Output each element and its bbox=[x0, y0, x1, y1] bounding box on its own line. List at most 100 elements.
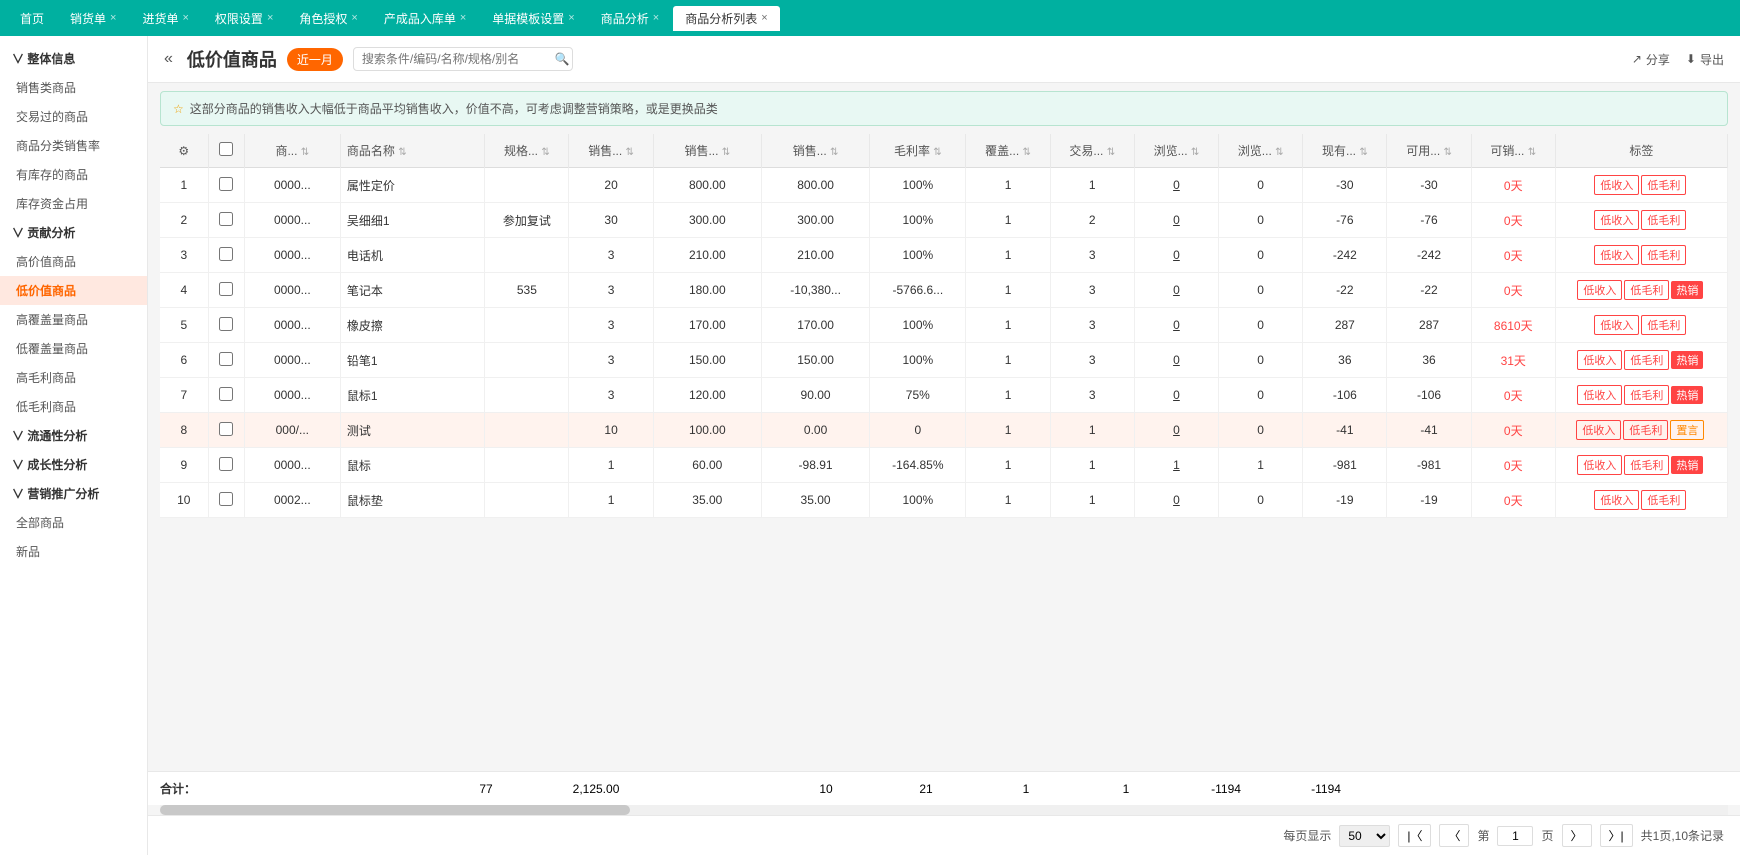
close-icon[interactable]: × bbox=[653, 12, 659, 24]
col-settings[interactable]: ⚙ bbox=[160, 134, 208, 168]
cell-checkbox[interactable] bbox=[208, 483, 244, 518]
table-wrapper[interactable]: ⚙ 商... ⇅ 商品名称 ⇅ 规格... ⇅ 销售... ⇅ 销售... ⇅ … bbox=[148, 134, 1740, 771]
cell-trade[interactable]: 0 bbox=[1134, 308, 1218, 343]
sidebar-group-marketing[interactable]: ∨ 营销推广分析 bbox=[0, 479, 147, 508]
sidebar-item-traded[interactable]: 交易过的商品 bbox=[0, 102, 147, 131]
cell-checkbox[interactable] bbox=[208, 378, 244, 413]
scrollbar-thumb[interactable] bbox=[160, 805, 630, 815]
sidebar-group-circulation[interactable]: ∨ 流通性分析 bbox=[0, 421, 147, 450]
search-icon[interactable]: 🔍 bbox=[555, 52, 570, 66]
sidebar-item-sales-products[interactable]: 销售类商品 bbox=[0, 73, 147, 102]
col-avail-header[interactable]: 可用... ⇅ bbox=[1387, 134, 1471, 168]
cell-sale3: 100% bbox=[870, 168, 966, 203]
col-sell-header[interactable]: 可销... ⇅ bbox=[1471, 134, 1555, 168]
close-icon[interactable]: × bbox=[761, 12, 767, 24]
col-tags-header[interactable]: 标签 bbox=[1555, 134, 1727, 168]
col-sale1-header[interactable]: 销售... ⇅ bbox=[653, 134, 761, 168]
cell-gross: 1 bbox=[966, 483, 1050, 518]
table-scrollbar[interactable] bbox=[160, 805, 1728, 815]
per-page-select[interactable]: 50 100 200 bbox=[1339, 825, 1390, 847]
cell-qty: 3 bbox=[569, 378, 653, 413]
col-instock-header[interactable]: 现有... ⇅ bbox=[1303, 134, 1387, 168]
close-icon[interactable]: × bbox=[460, 12, 466, 24]
nav-item-role[interactable]: 角色授权 × bbox=[287, 6, 369, 31]
cell-sale1: 300.00 bbox=[653, 203, 761, 238]
col-sale2-header[interactable]: 销售... ⇅ bbox=[761, 134, 869, 168]
sidebar-item-high-coverage[interactable]: 高覆盖量商品 bbox=[0, 305, 147, 334]
sidebar-item-high-margin[interactable]: 高毛利商品 bbox=[0, 363, 147, 392]
sidebar-item-high-value[interactable]: 高价值商品 bbox=[0, 247, 147, 276]
sidebar-item-in-stock[interactable]: 有库存的商品 bbox=[0, 160, 147, 189]
cell-checkbox[interactable] bbox=[208, 308, 244, 343]
col-checkbox[interactable] bbox=[208, 134, 244, 168]
sidebar-item-low-value[interactable]: 低价值商品 bbox=[0, 276, 147, 305]
cell-checkbox[interactable] bbox=[208, 168, 244, 203]
select-all-checkbox[interactable] bbox=[219, 142, 233, 156]
close-icon[interactable]: × bbox=[182, 12, 188, 24]
cell-checkbox[interactable] bbox=[208, 343, 244, 378]
last-page-button[interactable]: 〉| bbox=[1600, 824, 1633, 847]
sidebar-item-all-products[interactable]: 全部商品 bbox=[0, 508, 147, 537]
cell-trade[interactable]: 0 bbox=[1134, 168, 1218, 203]
page-input[interactable] bbox=[1497, 826, 1533, 846]
next-page-button[interactable]: 〉 bbox=[1562, 824, 1592, 847]
nav-item-purchase[interactable]: 进货单 × bbox=[130, 6, 200, 31]
cell-sale2: 35.00 bbox=[761, 483, 869, 518]
cell-checkbox[interactable] bbox=[208, 238, 244, 273]
cell-checkbox[interactable] bbox=[208, 203, 244, 238]
nav-item-home[interactable]: 首页 bbox=[8, 6, 56, 31]
nav-item-permissions[interactable]: 权限设置 × bbox=[203, 6, 285, 31]
cell-trade[interactable]: 0 bbox=[1134, 273, 1218, 308]
col-code-header[interactable]: 商... ⇅ bbox=[244, 134, 340, 168]
nav-item-sales[interactable]: 销货单 × bbox=[58, 6, 128, 31]
cell-checkbox[interactable] bbox=[208, 448, 244, 483]
share-button[interactable]: ↗ 分享 bbox=[1632, 51, 1670, 68]
cell-tags: 低收入低毛利热销 bbox=[1555, 448, 1727, 483]
col-browse2-header[interactable]: 浏览... ⇅ bbox=[1219, 134, 1303, 168]
total-pages: 共1页,10条记录 bbox=[1641, 827, 1724, 844]
cell-trade[interactable]: 1 bbox=[1134, 448, 1218, 483]
close-icon[interactable]: × bbox=[351, 12, 357, 24]
nav-item-analysis-list[interactable]: 商品分析列表 × bbox=[673, 6, 779, 31]
export-button[interactable]: ⬇ 导出 bbox=[1686, 51, 1724, 68]
sidebar-item-low-margin[interactable]: 低毛利商品 bbox=[0, 392, 147, 421]
search-input[interactable] bbox=[353, 47, 573, 71]
cell-trade[interactable]: 0 bbox=[1134, 413, 1218, 448]
nav-item-analysis[interactable]: 商品分析 × bbox=[589, 6, 671, 31]
col-name-header[interactable]: 商品名称 ⇅ bbox=[340, 134, 484, 168]
table-header-row: ⚙ 商... ⇅ 商品名称 ⇅ 规格... ⇅ 销售... ⇅ 销售... ⇅ … bbox=[160, 134, 1728, 168]
cell-trade[interactable]: 0 bbox=[1134, 483, 1218, 518]
sidebar-item-new-products[interactable]: 新品 bbox=[0, 537, 147, 566]
cell-sale1: 35.00 bbox=[653, 483, 761, 518]
prev-page-button[interactable]: 〈 bbox=[1439, 824, 1469, 847]
col-cover-header[interactable]: 覆盖... ⇅ bbox=[966, 134, 1050, 168]
close-icon[interactable]: × bbox=[267, 12, 273, 24]
collapse-sidebar-button[interactable]: « bbox=[164, 50, 173, 68]
filter-button[interactable]: 近一月 bbox=[287, 48, 343, 71]
cell-trade[interactable]: 0 bbox=[1134, 343, 1218, 378]
cell-trade[interactable]: 0 bbox=[1134, 238, 1218, 273]
col-qty-header[interactable]: 销售... ⇅ bbox=[569, 134, 653, 168]
col-browse1-header[interactable]: 浏览... ⇅ bbox=[1134, 134, 1218, 168]
sidebar-group-growth[interactable]: ∨ 成长性分析 bbox=[0, 450, 147, 479]
sidebar-item-category-sales[interactable]: 商品分类销售率 bbox=[0, 131, 147, 160]
cell-sale2: -98.91 bbox=[761, 448, 869, 483]
close-icon[interactable]: × bbox=[568, 12, 574, 24]
col-trade-header[interactable]: 交易... ⇅ bbox=[1050, 134, 1134, 168]
cell-sale3: 100% bbox=[870, 203, 966, 238]
cell-checkbox[interactable] bbox=[208, 413, 244, 448]
nav-item-warehouse[interactable]: 产成品入库单 × bbox=[372, 6, 478, 31]
close-icon[interactable]: × bbox=[110, 12, 116, 24]
cell-trade[interactable]: 0 bbox=[1134, 203, 1218, 238]
sidebar-item-low-coverage[interactable]: 低覆盖量商品 bbox=[0, 334, 147, 363]
cell-trade[interactable]: 0 bbox=[1134, 378, 1218, 413]
sidebar-group-overall[interactable]: ∨ 整体信息 bbox=[0, 44, 147, 73]
col-gross-header[interactable]: 毛利率 ⇅ bbox=[870, 134, 966, 168]
cell-checkbox[interactable] bbox=[208, 273, 244, 308]
first-page-button[interactable]: |〈 bbox=[1398, 824, 1431, 847]
table-row: 6 0000... 铅笔1 3 150.00 150.00 100% 1 3 0… bbox=[160, 343, 1728, 378]
sidebar-item-capital[interactable]: 库存资金占用 bbox=[0, 189, 147, 218]
col-spec-header[interactable]: 规格... ⇅ bbox=[485, 134, 569, 168]
sidebar-group-contribution[interactable]: ∨ 贡献分析 bbox=[0, 218, 147, 247]
nav-item-template[interactable]: 单据模板设置 × bbox=[480, 6, 586, 31]
